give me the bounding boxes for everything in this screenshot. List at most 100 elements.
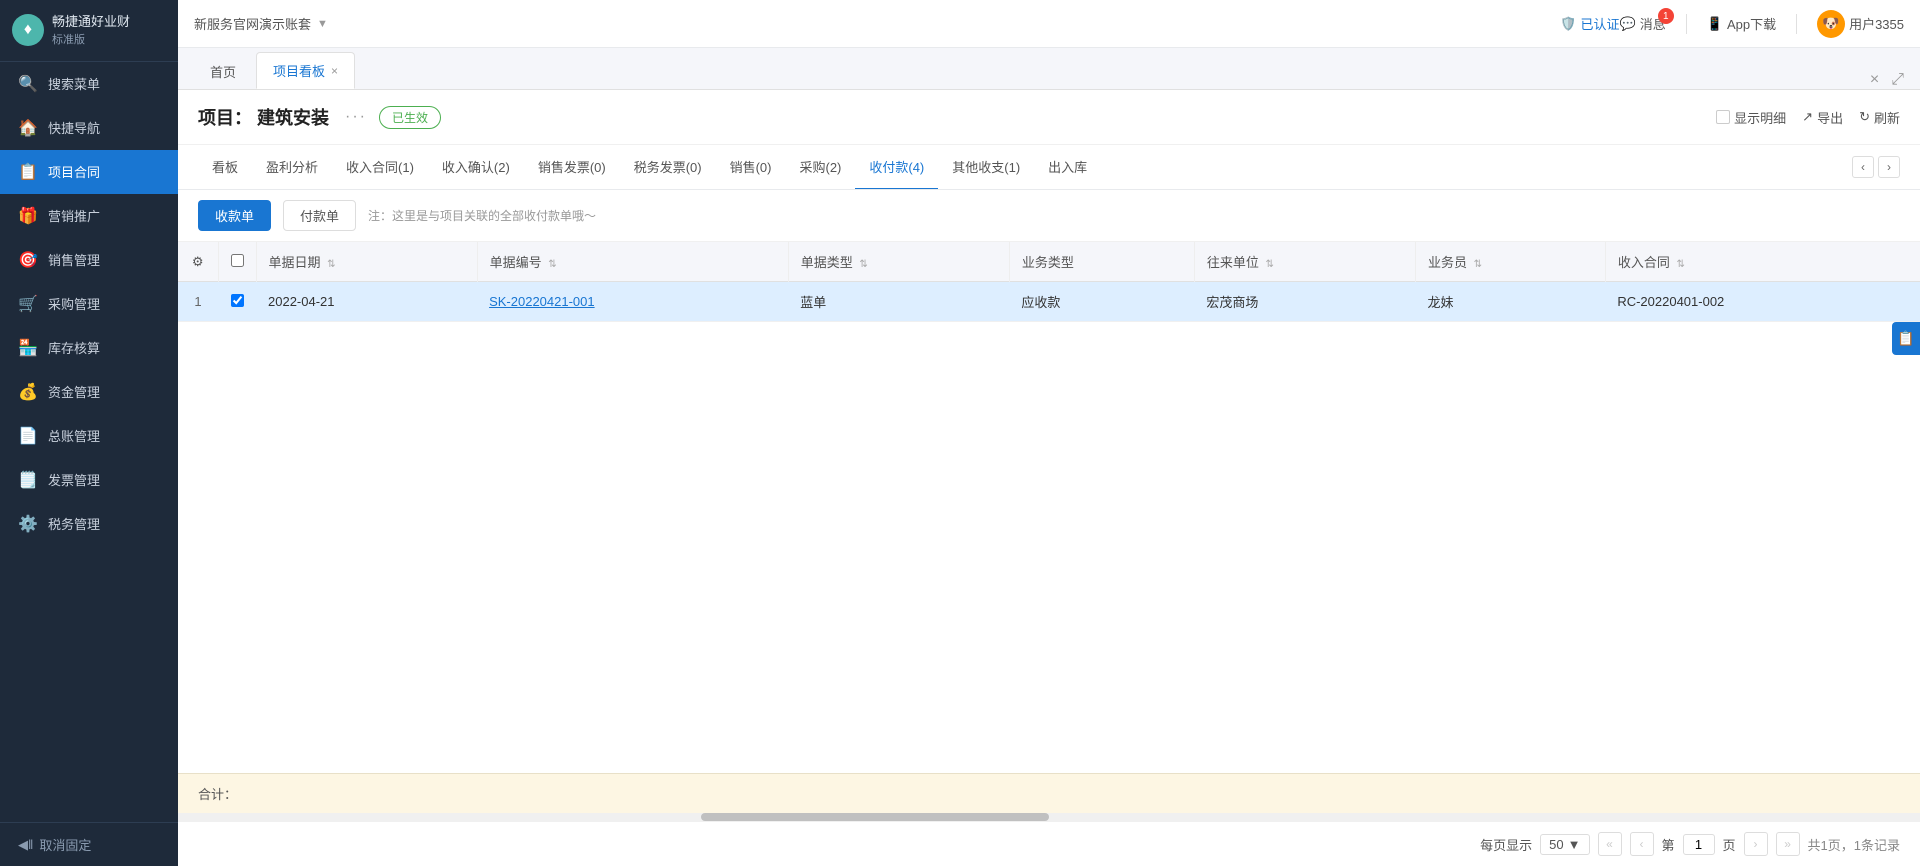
sidebar-item-label: 资金管理 [48, 382, 100, 401]
project-more-button[interactable]: ··· [345, 108, 367, 126]
cert-status: 🛡️ 已认证 [1560, 14, 1619, 33]
sidebar-item-quick-nav[interactable]: 🏠 快捷导航 [0, 106, 178, 150]
export-button[interactable]: ↗ 导出 [1802, 108, 1843, 127]
doc-number-link[interactable]: SK-20220421-001 [489, 294, 595, 309]
row-index: 1 [178, 282, 218, 322]
sub-nav-income-confirm[interactable]: 收入确认(2) [428, 145, 524, 190]
receipts-table: ⚙ 单据日期 ⇅ 单据编号 ⇅ 单据类型 ⇅ [178, 242, 1920, 322]
inventory-icon: 🏪 [18, 338, 38, 358]
sub-nav-other-income[interactable]: 其他收支(1) [938, 145, 1034, 190]
maximize-window-button[interactable]: ⤢ [1891, 71, 1904, 89]
next-page-button[interactable]: › [1744, 832, 1768, 856]
show-detail-checkbox[interactable]: 显示明细 [1716, 108, 1786, 127]
close-window-button[interactable]: × [1870, 71, 1879, 89]
sort-icon: ⇅ [327, 259, 335, 270]
divider [1796, 14, 1797, 34]
unpin-icon: ◀‖ [18, 837, 33, 853]
sub-nav-arrows: ‹ › [1852, 156, 1900, 178]
prev-page-button[interactable]: ‹ [1630, 832, 1654, 856]
cell-type: 蓝单 [788, 282, 1009, 322]
th-settings: ⚙ [178, 242, 218, 282]
last-page-button[interactable]: » [1776, 832, 1800, 856]
receipt-filter-button[interactable]: 收款单 [198, 200, 271, 231]
page-number-input[interactable] [1683, 834, 1715, 855]
project-title: 项目： 建筑安装 [198, 104, 329, 130]
sub-nav-prev-arrow[interactable]: ‹ [1852, 156, 1874, 178]
sub-nav-income-contract[interactable]: 收入合同(1) [332, 145, 428, 190]
export-label: 导出 [1817, 108, 1843, 127]
sidebar-item-search[interactable]: 🔍 搜索菜单 [0, 62, 178, 106]
refresh-button[interactable]: ↻ 刷新 [1859, 108, 1900, 127]
horizontal-scrollbar[interactable] [178, 813, 1920, 821]
sidebar-unpin-button[interactable]: ◀‖ 取消固定 [0, 822, 178, 866]
sidebar-item-label: 发票管理 [48, 470, 100, 489]
sidebar-item-sales[interactable]: 🎯 销售管理 [0, 238, 178, 282]
chevron-down-icon: ▼ [1568, 837, 1581, 852]
sidebar-nav: 🔍 搜索菜单 🏠 快捷导航 📋 项目合同 🎁 营销推广 🎯 销售管理 🛒 采购管… [0, 62, 178, 822]
purchase-icon: 🛒 [18, 294, 38, 314]
sidebar-item-tax[interactable]: ⚙️ 税务管理 [0, 502, 178, 546]
account-selector[interactable]: 新服务官网演示账套 ▼ [194, 14, 1540, 33]
sub-nav-receipts[interactable]: 收付款(4) [855, 145, 938, 190]
tab-home[interactable]: 首页 [194, 54, 252, 89]
export-icon: ↗ [1802, 109, 1813, 125]
scrollbar-thumb[interactable] [701, 813, 1049, 821]
project-header: 项目： 建筑安装 ··· 已生效 显示明细 ↗ 导出 ↻ 刷新 [178, 90, 1920, 145]
sidebar-item-invoice[interactable]: 🗒️ 发票管理 [0, 458, 178, 502]
per-page-label: 每页显示 [1480, 835, 1532, 854]
home-icon: 🏠 [18, 118, 38, 138]
payment-filter-button[interactable]: 付款单 [283, 200, 356, 231]
app-download-button[interactable]: 📱 App下载 [1707, 14, 1776, 33]
checkbox-icon [1716, 110, 1730, 124]
tax-icon: ⚙️ [18, 514, 38, 534]
messages-button[interactable]: 💬 消息 1 [1620, 14, 1666, 33]
sort-icon: ⇅ [1676, 259, 1684, 270]
tab-close-icon[interactable]: × [331, 64, 338, 78]
sidebar-item-label: 营销推广 [48, 206, 100, 225]
float-panel-button[interactable]: 📋 [1892, 322, 1920, 355]
user-menu-button[interactable]: 🐶 用户3355 [1817, 10, 1904, 38]
ledger-icon: 📄 [18, 426, 38, 446]
tab-project-board[interactable]: 项目看板 × [256, 52, 355, 89]
row-checkbox-cell [218, 282, 256, 322]
window-controls: × ⤢ [1870, 71, 1904, 89]
sidebar-item-capital[interactable]: 💰 资金管理 [0, 370, 178, 414]
capital-icon: 💰 [18, 382, 38, 402]
sub-nav-tax-invoice[interactable]: 税务发票(0) [620, 145, 716, 190]
settings-icon[interactable]: ⚙ [192, 254, 204, 269]
sub-nav-sales[interactable]: 销售(0) [716, 145, 786, 190]
per-page-select[interactable]: 50 ▼ [1540, 834, 1589, 855]
first-page-button[interactable]: « [1598, 832, 1622, 856]
sub-nav-next-arrow[interactable]: › [1878, 156, 1900, 178]
topbar: 新服务官网演示账套 ▼ 🛡️ 已认证 💬 消息 1 📱 App下载 🐶 用户33… [178, 0, 1920, 48]
sidebar-item-inventory[interactable]: 🏪 库存核算 [0, 326, 178, 370]
user-label: 用户3355 [1849, 14, 1904, 33]
total-pages-label: 共1页，1条记录 [1808, 835, 1900, 854]
table-row[interactable]: 1 2022-04-21 SK-20220421-001 蓝单 应收款 宏茂商场… [178, 282, 1920, 322]
sidebar-item-project-contract[interactable]: 📋 项目合同 [0, 150, 178, 194]
message-icon: 💬 [1620, 16, 1636, 32]
app-edition: 标准版 [52, 31, 130, 47]
sub-nav-profit[interactable]: 盈利分析 [252, 145, 332, 190]
cell-salesman: 龙妹 [1415, 282, 1605, 322]
project-status-badge: 已生效 [379, 106, 441, 129]
app-name: 畅捷通好业财 [52, 14, 130, 31]
divider [1686, 14, 1687, 34]
sub-nav-purchase[interactable]: 采购(2) [785, 145, 855, 190]
main-area: 新服务官网演示账套 ▼ 🛡️ 已认证 💬 消息 1 📱 App下载 🐶 用户33… [178, 0, 1920, 866]
cell-biz-type: 应收款 [1009, 282, 1194, 322]
sub-nav-sales-invoice[interactable]: 销售发票(0) [524, 145, 620, 190]
sidebar-item-ledger[interactable]: 📄 总账管理 [0, 414, 178, 458]
sort-icon: ⇅ [859, 259, 867, 270]
page-prefix: 第 [1662, 835, 1675, 854]
account-name: 新服务官网演示账套 [194, 14, 311, 33]
user-avatar: 🐶 [1817, 10, 1845, 38]
sub-nav-kanban[interactable]: 看板 [198, 145, 252, 190]
select-all-checkbox[interactable] [231, 254, 244, 267]
sidebar-item-marketing[interactable]: 🎁 营销推广 [0, 194, 178, 238]
table-wrapper: ⚙ 单据日期 ⇅ 单据编号 ⇅ 单据类型 ⇅ [178, 242, 1920, 773]
row-checkbox[interactable] [231, 294, 244, 307]
sidebar-item-purchase[interactable]: 🛒 采购管理 [0, 282, 178, 326]
sidebar-item-label: 税务管理 [48, 514, 100, 533]
sub-nav-warehouse[interactable]: 出入库 [1034, 145, 1101, 190]
